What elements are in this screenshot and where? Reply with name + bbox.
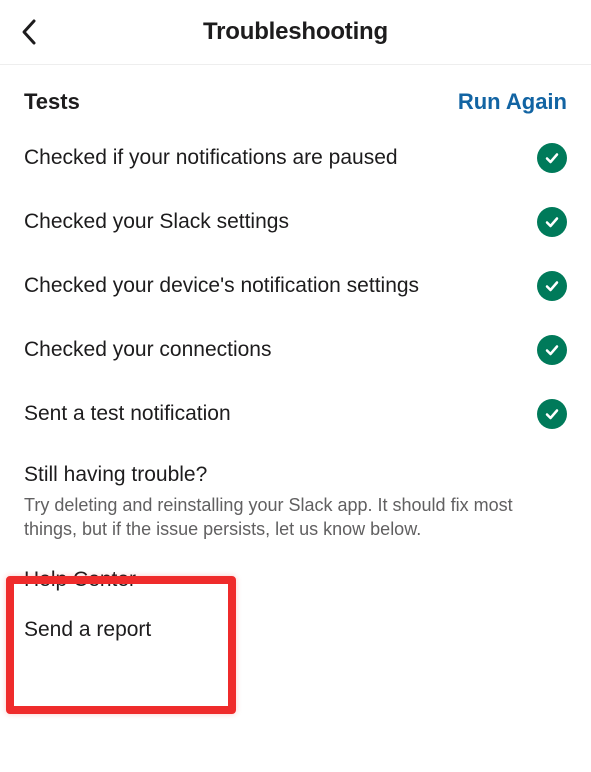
help-center-link[interactable]: Help Center <box>24 568 591 592</box>
content-area: Tests Run Again Checked if your notifica… <box>0 65 591 542</box>
test-row: Checked your device's notification setti… <box>24 271 567 301</box>
trouble-description: Try deleting and reinstalling your Slack… <box>24 493 567 542</box>
test-row: Checked if your notifications are paused <box>24 143 567 173</box>
page-title: Troubleshooting <box>20 18 571 46</box>
test-row: Checked your Slack settings <box>24 207 567 237</box>
trouble-title: Still having trouble? <box>24 463 567 487</box>
test-label: Checked your Slack settings <box>24 210 289 234</box>
check-icon <box>537 207 567 237</box>
run-again-button[interactable]: Run Again <box>458 89 567 115</box>
tests-label: Tests <box>24 89 80 115</box>
check-icon <box>537 143 567 173</box>
send-report-link[interactable]: Send a report <box>24 618 591 642</box>
tests-header-row: Tests Run Again <box>24 89 567 115</box>
page-header: Troubleshooting <box>0 0 591 65</box>
check-icon <box>537 271 567 301</box>
test-label: Checked your device's notification setti… <box>24 274 419 298</box>
chevron-left-icon <box>20 18 38 46</box>
test-label: Sent a test notification <box>24 402 231 426</box>
check-icon <box>537 399 567 429</box>
test-row: Sent a test notification <box>24 399 567 429</box>
test-label: Checked if your notifications are paused <box>24 146 398 170</box>
test-row: Checked your connections <box>24 335 567 365</box>
links-section: Help Center Send a report <box>0 568 591 642</box>
test-label: Checked your connections <box>24 338 271 362</box>
trouble-section: Still having trouble? Try deleting and r… <box>24 463 567 542</box>
back-button[interactable] <box>20 18 38 46</box>
check-icon <box>537 335 567 365</box>
